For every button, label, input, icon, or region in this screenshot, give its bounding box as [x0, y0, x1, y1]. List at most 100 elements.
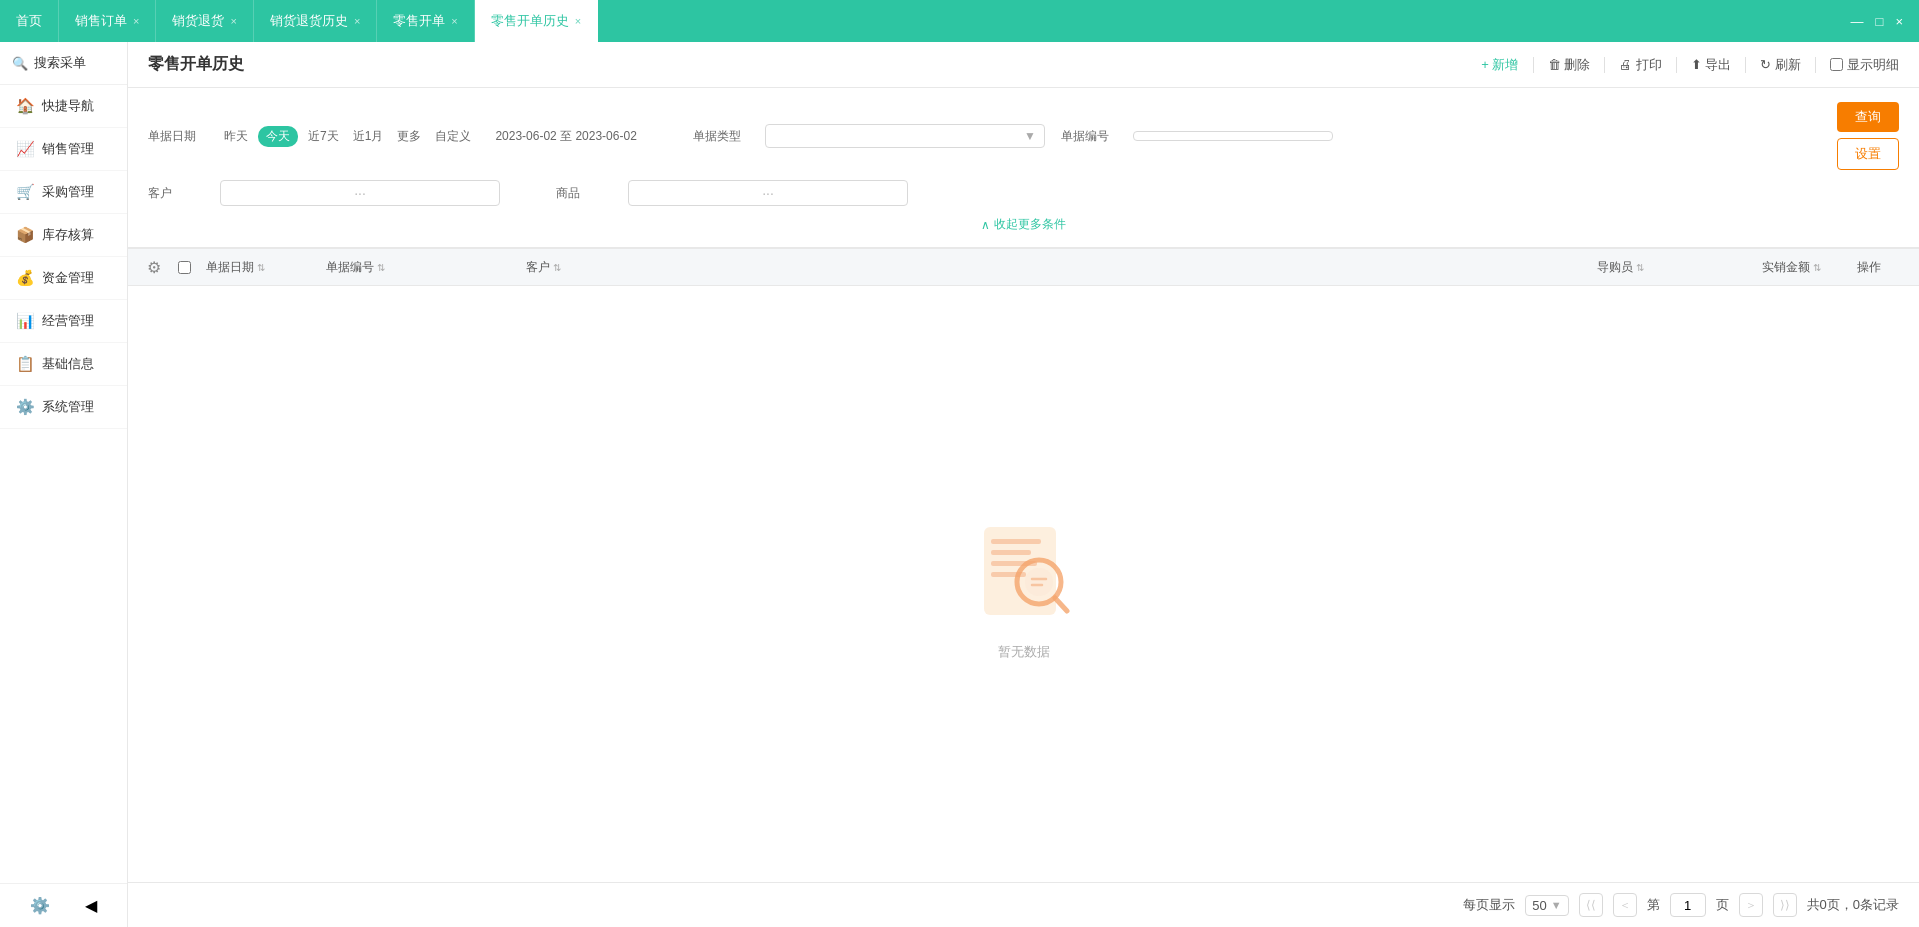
- th-action: 操作: [1829, 259, 1909, 276]
- toolbar-divider-2: [1604, 57, 1605, 73]
- date-opt-today[interactable]: 今天: [258, 126, 298, 147]
- add-button[interactable]: + 新增: [1481, 56, 1518, 74]
- window-maximize[interactable]: □: [1876, 14, 1884, 29]
- tab-close-2[interactable]: ×: [230, 15, 236, 27]
- filter-row-1: 单据日期 昨天 今天 近7天 近1月 更多 自定义 2023-06-02 至 2…: [148, 102, 1899, 170]
- sidebar-item-7[interactable]: ⚙️系统管理: [0, 386, 127, 429]
- sort-date-icon: ⇅: [257, 262, 265, 273]
- table-header: ⚙ 单据日期 ⇅ 单据编号 ⇅ 客户 ⇅ 导购员 ⇅: [128, 248, 1919, 286]
- page-prev-btn[interactable]: ＜: [1613, 893, 1637, 917]
- sidebar-label-4: 资金管理: [42, 269, 94, 287]
- nav-tab-3[interactable]: 销货退货历史 ×: [254, 0, 377, 42]
- page-first-btn[interactable]: ⟨⟨: [1579, 893, 1603, 917]
- bill-type-label: 单据类型: [693, 128, 749, 145]
- sidebar-label-1: 销售管理: [42, 140, 94, 158]
- sidebar-item-0[interactable]: 🏠快捷导航: [0, 85, 127, 128]
- bill-type-select[interactable]: ▼: [765, 124, 1045, 148]
- th-billno[interactable]: 单据编号 ⇅: [318, 259, 518, 276]
- display-detail-toggle[interactable]: 显示明细: [1830, 56, 1899, 74]
- print-button[interactable]: 🖨 打印: [1619, 56, 1662, 74]
- sort-billno-icon: ⇅: [377, 262, 385, 273]
- collapse-arrow-icon: ∧: [981, 218, 990, 232]
- empty-illustration: [959, 507, 1089, 627]
- display-detail-checkbox[interactable]: [1830, 58, 1843, 71]
- sidebar-item-1[interactable]: 📈销售管理: [0, 128, 127, 171]
- date-opt-more[interactable]: 更多: [393, 126, 425, 147]
- sidebar-item-6[interactable]: 📋基础信息: [0, 343, 127, 386]
- sidebar-search[interactable]: 🔍 搜索采单: [0, 42, 127, 85]
- nav-tab-5[interactable]: 零售开单历史 ×: [475, 0, 598, 42]
- table-area: ⚙ 单据日期 ⇅ 单据编号 ⇅ 客户 ⇅ 导购员 ⇅: [128, 248, 1919, 882]
- th-amount[interactable]: 实销金额 ⇅: [1709, 259, 1829, 276]
- th-checkbox[interactable]: [170, 261, 198, 274]
- toolbar-divider-1: [1533, 57, 1534, 73]
- sidebar-item-2[interactable]: 🛒 采购管理: [0, 171, 127, 214]
- th-salesperson[interactable]: 导购员 ⇅: [1589, 259, 1709, 276]
- sidebar-settings-icon[interactable]: ⚙️: [30, 896, 50, 915]
- main-layout: 🔍 搜索采单 🏠快捷导航📈销售管理 🛒 采购管理 📦库存核算💰资金管理 📊 经营管理 📋基础…: [0, 42, 1919, 927]
- sidebar-label-5: 经营管理: [42, 312, 94, 330]
- empty-text: 暂无数据: [998, 643, 1050, 661]
- svg-rect-1: [991, 539, 1041, 544]
- bill-no-input[interactable]: [1133, 131, 1333, 141]
- tab-close-3[interactable]: ×: [354, 15, 360, 27]
- customer-input[interactable]: ···: [220, 180, 500, 206]
- goods-dots: ···: [762, 185, 774, 201]
- page-title: 零售开单历史: [148, 54, 244, 75]
- svg-line-7: [1055, 598, 1067, 611]
- delete-button[interactable]: 🗑 删除: [1548, 56, 1591, 74]
- date-opt-7days[interactable]: 近7天: [304, 126, 343, 147]
- filter-collapse-btn[interactable]: ∧ 收起更多条件: [148, 216, 1899, 233]
- sidebar-icon-5: 📊: [16, 312, 34, 330]
- window-minimize[interactable]: —: [1851, 14, 1864, 29]
- page-size-select[interactable]: 50 ▼: [1525, 895, 1568, 916]
- th-amount-label: 实销金额: [1762, 259, 1810, 276]
- per-page-label: 每页显示: [1463, 896, 1515, 914]
- sidebar-label-7: 系统管理: [42, 398, 94, 416]
- sidebar-item-3[interactable]: 📦库存核算: [0, 214, 127, 257]
- sidebar: 🔍 搜索采单 🏠快捷导航📈销售管理 🛒 采购管理 📦库存核算💰资金管理 📊 经营管理 📋基础…: [0, 42, 128, 927]
- goods-input[interactable]: ···: [628, 180, 908, 206]
- nav-tab-1[interactable]: 销售订单 ×: [59, 0, 156, 42]
- th-date[interactable]: 单据日期 ⇅: [198, 259, 318, 276]
- page-label: 页: [1716, 896, 1729, 914]
- th-customer[interactable]: 客户 ⇅: [518, 259, 1589, 276]
- page-last-btn[interactable]: ⟩⟩: [1773, 893, 1797, 917]
- tab-close-4[interactable]: ×: [451, 15, 457, 27]
- window-close[interactable]: ×: [1895, 14, 1903, 29]
- page-header: 零售开单历史 + 新增 🗑 删除 🖨 打印 ⬆ 导出 ↻ 刷新 显示明细: [128, 42, 1919, 88]
- tab-close-1[interactable]: ×: [133, 15, 139, 27]
- page-size-arrow: ▼: [1551, 899, 1562, 911]
- th-salesperson-label: 导购员: [1597, 259, 1633, 276]
- select-all-checkbox[interactable]: [178, 261, 191, 274]
- page-number-input[interactable]: [1670, 893, 1706, 917]
- page-current-label: 第: [1647, 896, 1660, 914]
- date-opt-yesterday[interactable]: 昨天: [220, 126, 252, 147]
- top-nav: 首页销售订单 ×销货退货 ×销货退货历史 ×零售开单 ×零售开单历史 × — □…: [0, 0, 1919, 42]
- th-settings-icon[interactable]: ⚙: [138, 258, 170, 277]
- sidebar-collapse-icon[interactable]: ◀: [85, 896, 97, 915]
- nav-tab-4[interactable]: 零售开单 ×: [377, 0, 474, 42]
- setting-button[interactable]: 设置: [1837, 138, 1899, 170]
- date-opt-custom[interactable]: 自定义: [431, 126, 475, 147]
- nav-tab-0[interactable]: 首页: [0, 0, 59, 42]
- sidebar-item-5[interactable]: 📊 经营管理: [0, 300, 127, 343]
- sidebar-label-2: 采购管理: [42, 183, 94, 201]
- page-size-value: 50: [1532, 898, 1546, 913]
- sidebar-icon-2: 🛒: [16, 183, 34, 201]
- query-button[interactable]: 查询: [1837, 102, 1899, 132]
- page-next-btn[interactable]: ＞: [1739, 893, 1763, 917]
- date-opt-1month[interactable]: 近1月: [349, 126, 388, 147]
- refresh-button[interactable]: ↻ 刷新: [1760, 56, 1801, 74]
- filter-section: 单据日期 昨天 今天 近7天 近1月 更多 自定义 2023-06-02 至 2…: [128, 88, 1919, 248]
- sort-salesperson-icon: ⇅: [1636, 262, 1644, 273]
- nav-tab-2[interactable]: 销货退货 ×: [156, 0, 253, 42]
- th-customer-label: 客户: [526, 259, 550, 276]
- sidebar-icon-3: 📦: [16, 226, 34, 244]
- sidebar-label-6: 基础信息: [42, 355, 94, 373]
- pagination: 每页显示 50 ▼ ⟨⟨ ＜ 第 页 ＞ ⟩⟩ 共0页，0条记录: [128, 882, 1919, 927]
- export-button[interactable]: ⬆ 导出: [1691, 56, 1732, 74]
- sidebar-item-4[interactable]: 💰资金管理: [0, 257, 127, 300]
- bill-no-label: 单据编号: [1061, 128, 1117, 145]
- tab-close-5[interactable]: ×: [575, 15, 581, 27]
